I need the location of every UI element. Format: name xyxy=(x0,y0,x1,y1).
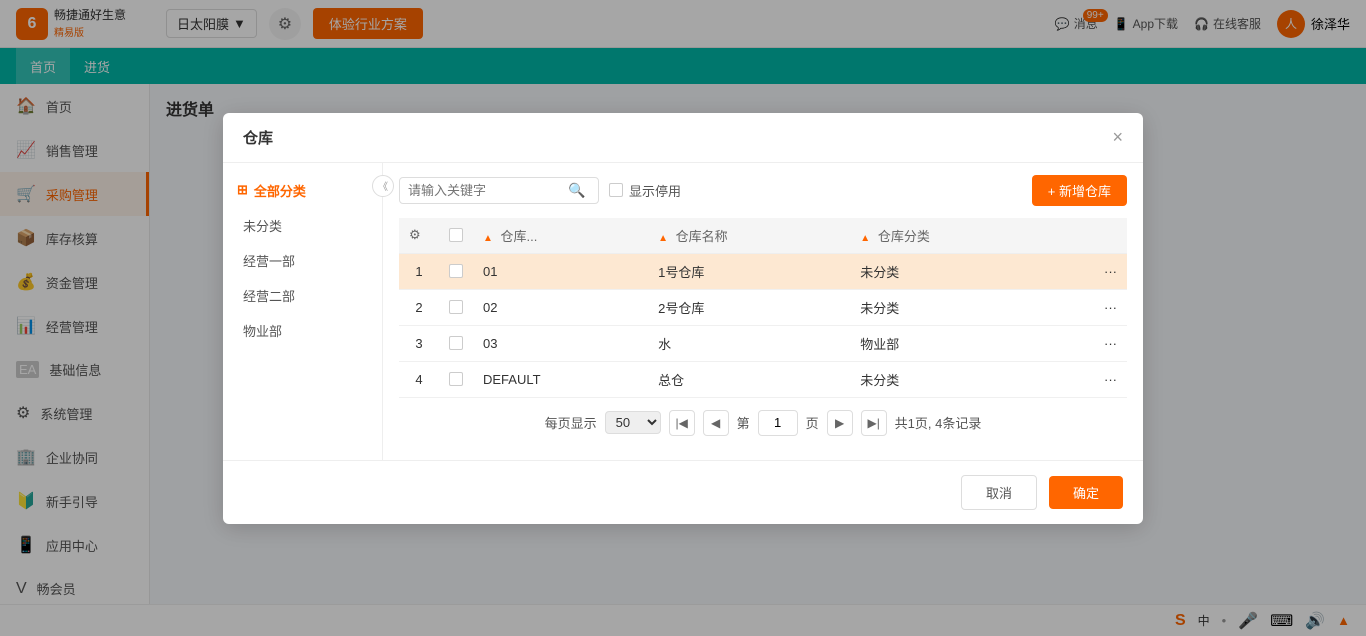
category-col-label: 仓库分类 xyxy=(878,229,930,244)
row-code: 02 xyxy=(473,289,648,325)
last-page-button[interactable]: ▶| xyxy=(861,410,887,436)
row-actions[interactable]: ··· xyxy=(1052,361,1127,397)
close-button[interactable]: × xyxy=(1112,127,1123,148)
dialog-header: 仓库 × xyxy=(223,113,1143,163)
row-num: 4 xyxy=(399,361,439,397)
row-checkbox[interactable] xyxy=(449,264,463,278)
collapse-button[interactable]: 《 xyxy=(372,175,394,197)
category-label-1: 经营一部 xyxy=(243,254,295,269)
row-name: 总仓 xyxy=(648,361,850,397)
grid-icon: ⊞ xyxy=(237,182,248,198)
category-label-3: 物业部 xyxy=(243,324,282,339)
row-checkbox-cell[interactable] xyxy=(439,325,473,361)
row-category: 未分类 xyxy=(850,289,1052,325)
gear-col-icon: ⚙ xyxy=(409,227,421,242)
table-row[interactable]: 3 03 水 物业部 ··· xyxy=(399,325,1127,361)
code-col-header: ▲ 仓库... xyxy=(473,218,648,254)
sort-icon: ▲ xyxy=(483,233,493,244)
actions-col-header xyxy=(1052,218,1127,254)
page-suffix: 页 xyxy=(806,413,819,432)
row-code: DEFAULT xyxy=(473,361,648,397)
cancel-button[interactable]: 取消 xyxy=(961,475,1037,510)
all-categories-label: 全部分类 xyxy=(254,181,306,200)
first-page-button[interactable]: |◀ xyxy=(669,410,695,436)
search-icon[interactable]: 🔍 xyxy=(568,182,585,199)
row-num: 3 xyxy=(399,325,439,361)
category-col-header: ▲ 仓库分类 xyxy=(850,218,1052,254)
row-actions[interactable]: ··· xyxy=(1052,253,1127,289)
sort-cat-icon: ▲ xyxy=(860,233,870,244)
page-prefix: 第 xyxy=(737,413,750,432)
code-col-label: 仓库... xyxy=(501,229,538,244)
row-name: 1号仓库 xyxy=(648,253,850,289)
table-toolbar: 🔍 显示停用 + 新增仓库 xyxy=(399,175,1127,206)
show-disabled-checkbox[interactable] xyxy=(609,183,623,197)
row-checkbox-cell[interactable] xyxy=(439,361,473,397)
row-num: 1 xyxy=(399,253,439,289)
category-label-0: 未分类 xyxy=(243,219,282,234)
page-input[interactable] xyxy=(758,410,798,436)
row-actions[interactable]: ··· xyxy=(1052,289,1127,325)
dialog-title: 仓库 xyxy=(243,127,273,148)
dialog-body: ⊞ 全部分类 《 未分类 经营一部 经营二部 物业部 xyxy=(223,163,1143,460)
modal-overlay: 仓库 × ⊞ 全部分类 《 未分类 经营一部 经营二部 xyxy=(0,0,1366,636)
prev-page-button[interactable]: ◀ xyxy=(703,410,729,436)
confirm-button[interactable]: 确定 xyxy=(1049,476,1123,509)
category-item-property[interactable]: 物业部 xyxy=(223,313,382,348)
row-checkbox-cell[interactable] xyxy=(439,253,473,289)
category-item-dept2[interactable]: 经营二部 xyxy=(223,278,382,313)
name-col-label: 仓库名称 xyxy=(676,229,728,244)
show-disabled-label: 显示停用 xyxy=(629,181,681,200)
search-box[interactable]: 🔍 xyxy=(399,177,599,204)
total-info: 共1页, 4条记录 xyxy=(895,413,982,432)
table-row[interactable]: 4 DEFAULT 总仓 未分类 ··· xyxy=(399,361,1127,397)
per-page-select[interactable]: 50 100 200 xyxy=(605,411,661,434)
per-page-label: 每页显示 xyxy=(545,413,597,432)
add-warehouse-button[interactable]: + 新增仓库 xyxy=(1032,175,1127,206)
table-row[interactable]: 2 02 2号仓库 未分类 ··· xyxy=(399,289,1127,325)
category-label-2: 经营二部 xyxy=(243,289,295,304)
row-category: 未分类 xyxy=(850,361,1052,397)
row-actions[interactable]: ··· xyxy=(1052,325,1127,361)
all-categories-button[interactable]: ⊞ 全部分类 xyxy=(223,173,382,208)
select-all-checkbox[interactable] xyxy=(449,228,463,242)
dialog-footer: 取消 确定 xyxy=(223,460,1143,524)
pagination: 每页显示 50 100 200 |◀ ◀ 第 页 ▶ ▶| 共1页, 4条记录 xyxy=(399,398,1127,448)
table-body: 1 01 1号仓库 未分类 ··· 2 02 2号仓库 未分类 ··· 3 03… xyxy=(399,253,1127,397)
warehouse-dialog: 仓库 × ⊞ 全部分类 《 未分类 经营一部 经营二部 xyxy=(223,113,1143,524)
row-num: 2 xyxy=(399,289,439,325)
settings-col-header: ⚙ xyxy=(399,218,439,254)
sort-name-icon: ▲ xyxy=(658,233,668,244)
row-code: 03 xyxy=(473,325,648,361)
checkbox-col-header xyxy=(439,218,473,254)
category-panel: ⊞ 全部分类 《 未分类 经营一部 经营二部 物业部 xyxy=(223,163,383,460)
next-page-button[interactable]: ▶ xyxy=(827,410,853,436)
table-panel: 🔍 显示停用 + 新增仓库 ⚙ xyxy=(383,163,1143,460)
name-col-header: ▲ 仓库名称 xyxy=(648,218,850,254)
show-disabled-toggle[interactable]: 显示停用 xyxy=(609,181,681,200)
row-checkbox[interactable] xyxy=(449,372,463,386)
table-row[interactable]: 1 01 1号仓库 未分类 ··· xyxy=(399,253,1127,289)
row-category: 物业部 xyxy=(850,325,1052,361)
row-code: 01 xyxy=(473,253,648,289)
row-checkbox-cell[interactable] xyxy=(439,289,473,325)
category-item-dept1[interactable]: 经营一部 xyxy=(223,243,382,278)
row-name: 水 xyxy=(648,325,850,361)
row-checkbox[interactable] xyxy=(449,300,463,314)
row-name: 2号仓库 xyxy=(648,289,850,325)
row-category: 未分类 xyxy=(850,253,1052,289)
table-header-row: ⚙ ▲ 仓库... ▲ 仓库名称 xyxy=(399,218,1127,254)
search-input[interactable] xyxy=(408,183,568,198)
row-checkbox[interactable] xyxy=(449,336,463,350)
warehouse-table: ⚙ ▲ 仓库... ▲ 仓库名称 xyxy=(399,218,1127,398)
category-item-unclassified[interactable]: 未分类 xyxy=(223,208,382,243)
